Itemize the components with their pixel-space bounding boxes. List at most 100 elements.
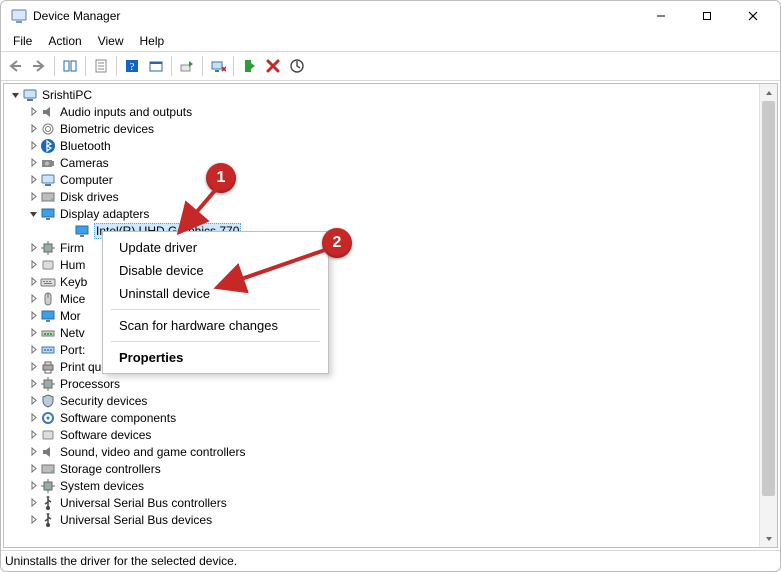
expander-icon[interactable] [26,326,40,340]
minimize-button[interactable] [638,1,684,31]
device-label: Universal Serial Bus controllers [60,496,227,510]
tree-node[interactable]: Sound, video and game controllers [6,443,777,460]
expander-icon[interactable] [26,207,40,221]
tree-node[interactable]: System devices [6,477,777,494]
maximize-button[interactable] [684,1,730,31]
app-icon [11,8,27,24]
expander-icon[interactable] [26,258,40,272]
expander-icon[interactable] [26,343,40,357]
expander-icon[interactable] [8,88,22,102]
device-icon [40,410,56,426]
tree-node[interactable]: Cameras [6,154,777,171]
expander-icon[interactable] [26,411,40,425]
device-icon [40,427,56,443]
statusbar: Uninstalls the driver for the selected d… [1,551,780,571]
update-driver-button[interactable] [175,54,199,78]
device-icon [22,87,38,103]
expander-icon[interactable] [26,496,40,510]
expander-icon[interactable] [26,428,40,442]
expander-icon[interactable] [26,309,40,323]
titlebar: Device Manager [1,1,780,31]
scrollbar[interactable] [759,84,777,547]
tree-node[interactable]: Biometric devices [6,120,777,137]
tree-node[interactable]: Software devices [6,426,777,443]
expander-icon[interactable] [26,241,40,255]
menu-view[interactable]: View [92,33,134,49]
device-icon [40,291,56,307]
device-icon [40,308,56,324]
menu-action[interactable]: Action [42,33,91,49]
device-label: Keyb [60,275,87,289]
close-button[interactable] [730,1,776,31]
context-menu-item[interactable]: Properties [103,346,328,369]
tree-node[interactable]: Processors [6,375,777,392]
expander-icon[interactable] [26,360,40,374]
device-label: Netv [60,326,85,340]
device-label: Biometric devices [60,122,154,136]
tree-node[interactable]: Display adapters [6,205,777,222]
action-button[interactable] [144,54,168,78]
expander-icon[interactable] [26,173,40,187]
device-label: Bluetooth [60,139,111,153]
expander-icon[interactable] [26,479,40,493]
nav-forward-button[interactable] [27,54,51,78]
status-text: Uninstalls the driver for the selected d… [5,554,237,568]
expander-icon[interactable] [26,122,40,136]
expander-icon[interactable] [26,105,40,119]
expander-icon[interactable] [26,275,40,289]
device-label: Display adapters [60,207,149,221]
expander-icon[interactable] [60,224,74,238]
device-icon [40,478,56,494]
device-label: Security devices [60,394,147,408]
device-label: Software devices [60,428,151,442]
context-menu-item[interactable]: Scan for hardware changes [103,314,328,337]
tree-node[interactable]: Security devices [6,392,777,409]
tree-node[interactable]: Bluetooth [6,137,777,154]
device-icon [40,359,56,375]
device-label: Firm [60,241,84,255]
expander-icon[interactable] [26,513,40,527]
expander-icon[interactable] [26,394,40,408]
tree-node[interactable]: Universal Serial Bus controllers [6,494,777,511]
expander-icon[interactable] [26,445,40,459]
show-hide-tree-button[interactable] [58,54,82,78]
disable-device-button[interactable] [206,54,230,78]
device-label: SrishtiPC [42,88,92,102]
content-area: SrishtiPC Audio inputs and outputs Biometr… [1,81,780,551]
expander-icon[interactable] [26,190,40,204]
expander-icon[interactable] [26,377,40,391]
menu-file[interactable]: File [7,33,42,49]
device-label: Cameras [60,156,109,170]
uninstall-device-button[interactable] [261,54,285,78]
device-label: System devices [60,479,144,493]
scan-hardware-button[interactable] [285,54,309,78]
tree-node[interactable]: Disk drives [6,188,777,205]
expander-icon[interactable] [26,139,40,153]
tree-node[interactable]: Storage controllers [6,460,777,477]
properties-button[interactable] [89,54,113,78]
tree-node[interactable]: Software components [6,409,777,426]
expander-icon[interactable] [26,156,40,170]
enable-device-button[interactable] [237,54,261,78]
nav-back-button[interactable] [3,54,27,78]
device-label: Audio inputs and outputs [60,105,192,119]
expander-icon[interactable] [26,462,40,476]
device-icon [40,325,56,341]
device-label: Universal Serial Bus devices [60,513,212,527]
device-icon [40,257,56,273]
menubar: File Action View Help [1,31,780,51]
help-button[interactable]: ? [120,54,144,78]
device-label: Sound, video and game controllers [60,445,245,459]
device-icon [40,104,56,120]
expander-icon[interactable] [26,292,40,306]
tree-node[interactable]: Audio inputs and outputs [6,103,777,120]
menu-help[interactable]: Help [134,33,175,49]
scroll-up-button[interactable] [760,84,777,101]
scroll-down-button[interactable] [760,530,777,547]
svg-text:?: ? [130,61,135,73]
device-label: Storage controllers [60,462,161,476]
tree-root[interactable]: SrishtiPC [6,86,777,103]
scroll-thumb[interactable] [762,101,775,496]
tree-node[interactable]: Universal Serial Bus devices [6,511,777,528]
tree-node[interactable]: Computer [6,171,777,188]
